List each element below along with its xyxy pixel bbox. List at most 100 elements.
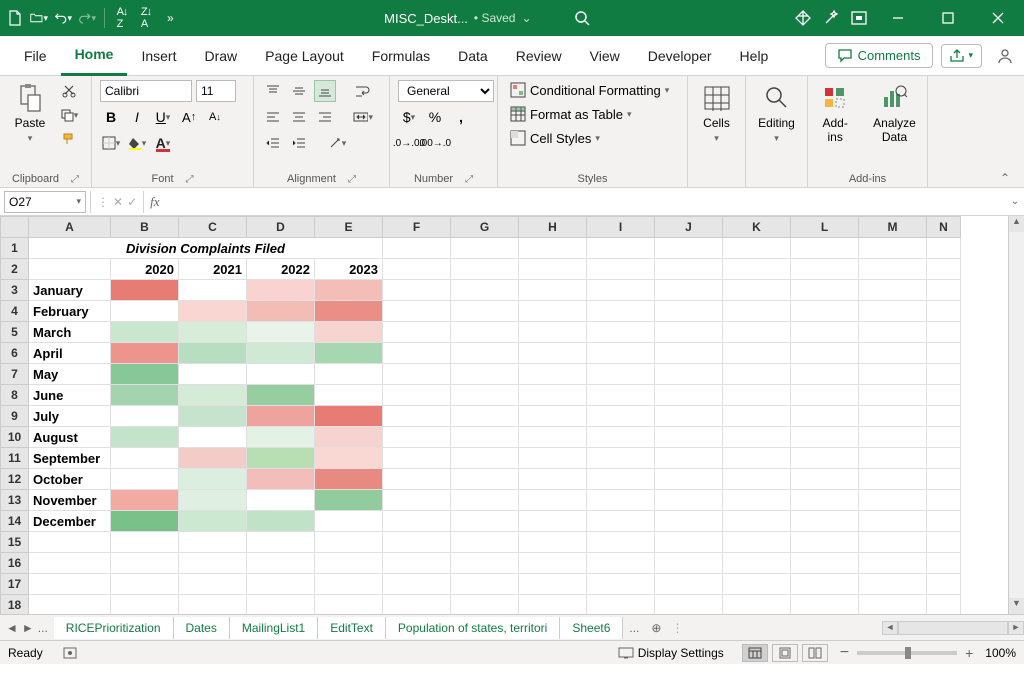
cell[interactable] xyxy=(859,385,927,406)
orientation-icon[interactable]: ▾ xyxy=(326,132,348,154)
cell[interactable] xyxy=(315,322,383,343)
cell[interactable] xyxy=(655,469,723,490)
page-layout-view-icon[interactable] xyxy=(772,644,798,662)
worksheet-grid[interactable]: ABCDEFGHIJKLMN1Division Complaints Filed… xyxy=(0,216,1024,614)
align-center-icon[interactable] xyxy=(288,106,310,128)
col-header[interactable]: F xyxy=(383,217,451,238)
tab-help[interactable]: Help xyxy=(726,36,783,76)
borders-icon[interactable]: ▾ xyxy=(100,132,122,154)
cell[interactable] xyxy=(383,238,451,259)
row-header[interactable]: 6 xyxy=(1,343,29,364)
cell[interactable] xyxy=(111,385,179,406)
cell[interactable] xyxy=(111,343,179,364)
sheet-nav-first-icon[interactable]: ◄ xyxy=(6,621,18,635)
cell[interactable] xyxy=(179,595,247,615)
col-header[interactable]: G xyxy=(451,217,519,238)
cell[interactable] xyxy=(315,574,383,595)
cell[interactable] xyxy=(927,343,961,364)
qat-overflow[interactable]: » xyxy=(161,11,180,25)
vertical-scrollbar[interactable]: ▲▼ xyxy=(1008,216,1024,614)
cell[interactable] xyxy=(111,490,179,511)
cell[interactable] xyxy=(451,364,519,385)
row-header[interactable]: 4 xyxy=(1,301,29,322)
cell[interactable] xyxy=(451,259,519,280)
cell[interactable] xyxy=(655,238,723,259)
tab-review[interactable]: Review xyxy=(502,36,576,76)
cell[interactable] xyxy=(859,532,927,553)
cell[interactable] xyxy=(791,406,859,427)
cell[interactable] xyxy=(451,574,519,595)
cell[interactable] xyxy=(927,448,961,469)
cell[interactable] xyxy=(723,322,791,343)
font-size-combo[interactable] xyxy=(196,80,236,102)
cell[interactable] xyxy=(859,595,927,615)
normal-view-icon[interactable] xyxy=(742,644,768,662)
cell[interactable] xyxy=(179,406,247,427)
cell[interactable]: July xyxy=(29,406,111,427)
cell[interactable] xyxy=(587,427,655,448)
cell[interactable] xyxy=(859,238,927,259)
cell[interactable] xyxy=(859,511,927,532)
sheet-tab[interactable]: Sheet6 xyxy=(560,617,623,639)
cell[interactable] xyxy=(927,595,961,615)
cell[interactable] xyxy=(791,280,859,301)
cell[interactable] xyxy=(29,532,111,553)
cell[interactable] xyxy=(655,448,723,469)
cell[interactable] xyxy=(927,385,961,406)
cell[interactable] xyxy=(247,532,315,553)
cell[interactable] xyxy=(859,553,927,574)
cell[interactable] xyxy=(247,322,315,343)
col-header[interactable]: C xyxy=(179,217,247,238)
cell[interactable] xyxy=(655,595,723,615)
cells-button[interactable]: Cells▾ xyxy=(695,80,739,147)
select-all-corner[interactable] xyxy=(1,217,29,238)
cell[interactable] xyxy=(723,301,791,322)
horizontal-scrollbar[interactable]: ◄► xyxy=(882,621,1024,635)
cell[interactable] xyxy=(859,574,927,595)
col-header[interactable]: K xyxy=(723,217,791,238)
cell[interactable] xyxy=(383,553,451,574)
sheet-tab[interactable]: Dates xyxy=(174,617,230,639)
new-sheet-icon[interactable]: ⊕ xyxy=(645,621,667,635)
cell[interactable] xyxy=(111,322,179,343)
cell[interactable] xyxy=(179,364,247,385)
number-format-combo[interactable]: General xyxy=(398,80,494,102)
cell[interactable] xyxy=(859,280,927,301)
cell[interactable] xyxy=(723,490,791,511)
decrease-font-icon[interactable]: A↓ xyxy=(204,106,226,128)
cell[interactable] xyxy=(315,469,383,490)
cell[interactable] xyxy=(655,574,723,595)
row-header[interactable]: 14 xyxy=(1,511,29,532)
cell[interactable] xyxy=(179,574,247,595)
cell[interactable] xyxy=(519,301,587,322)
close-button[interactable] xyxy=(978,3,1018,33)
expand-formula-bar-icon[interactable]: ⌄ xyxy=(1006,196,1024,207)
cell[interactable] xyxy=(655,406,723,427)
cell[interactable] xyxy=(723,406,791,427)
tab-data[interactable]: Data xyxy=(444,36,502,76)
comma-icon[interactable]: , xyxy=(450,106,472,128)
row-header[interactable]: 5 xyxy=(1,322,29,343)
sheet-tab[interactable]: MailingList1 xyxy=(230,617,318,639)
tab-developer[interactable]: Developer xyxy=(634,36,726,76)
sheet-tab[interactable]: RICEPrioritization xyxy=(54,617,174,639)
cell[interactable] xyxy=(519,427,587,448)
cancel-formula-icon[interactable]: ✕ xyxy=(113,195,123,209)
percent-icon[interactable]: % xyxy=(424,106,446,128)
cell[interactable] xyxy=(519,406,587,427)
cell[interactable] xyxy=(383,406,451,427)
cell[interactable] xyxy=(927,301,961,322)
font-name-combo[interactable] xyxy=(100,80,192,102)
cell[interactable] xyxy=(111,364,179,385)
cell[interactable] xyxy=(791,385,859,406)
align-middle-icon[interactable] xyxy=(288,80,310,102)
cell[interactable] xyxy=(859,364,927,385)
cell[interactable] xyxy=(587,532,655,553)
cell[interactable] xyxy=(451,280,519,301)
cell[interactable]: February xyxy=(29,301,111,322)
cell[interactable] xyxy=(451,301,519,322)
cell[interactable] xyxy=(179,322,247,343)
comments-button[interactable]: Comments xyxy=(825,43,934,68)
cell[interactable] xyxy=(247,553,315,574)
cell[interactable] xyxy=(383,364,451,385)
